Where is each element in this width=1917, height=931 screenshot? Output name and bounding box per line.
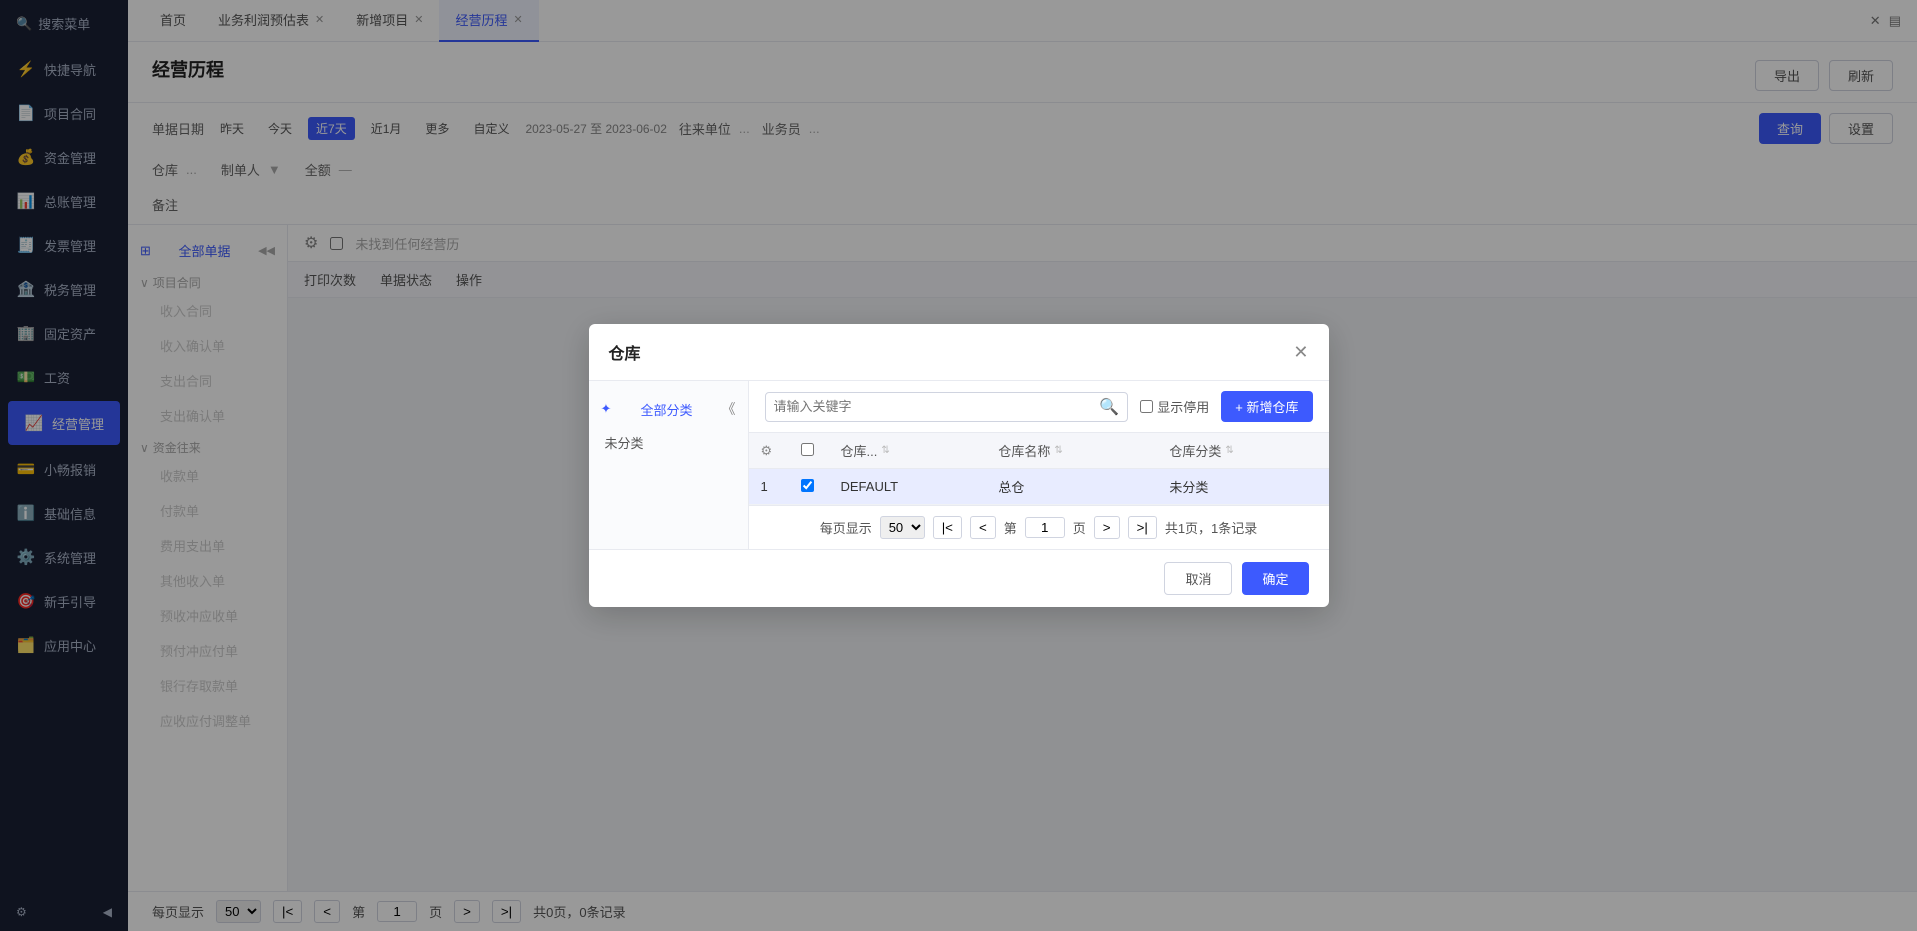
row-category: 未分类 [1157, 469, 1328, 505]
table-row[interactable]: 1 DEFAULT 总仓 未分类 [749, 469, 1329, 505]
modal-body: ✦ 全部分类 《 未分类 🔍 显示停用 [589, 381, 1329, 549]
modal-page-input[interactable] [1025, 517, 1065, 538]
table-header-row: ⚙ 仓库... ⇅ [749, 433, 1329, 469]
hashtag-icon: ✦ [601, 401, 612, 417]
th-warehouse-category[interactable]: 仓库分类 ⇅ [1157, 433, 1328, 469]
modal-footer: 取消 确定 [589, 549, 1329, 607]
modal-overlay: 仓库 ✕ ✦ 全部分类 《 未分类 🔍 [0, 0, 1917, 931]
table-gear-icon[interactable]: ⚙ [761, 443, 773, 458]
modal-last-page-btn[interactable]: >| [1128, 516, 1157, 539]
modal-next-page-btn[interactable]: > [1094, 516, 1120, 539]
modal-left-unclassified[interactable]: 未分类 [589, 425, 748, 460]
row-code: DEFAULT [829, 469, 987, 505]
search-icon: 🔍 [1099, 397, 1119, 417]
modal-search-box[interactable]: 🔍 [765, 392, 1129, 422]
modal-header: 仓库 ✕ [589, 324, 1329, 381]
sort-icon: ⇅ [881, 445, 889, 456]
modal-page-suffix: 页 [1073, 518, 1086, 537]
col-category-label: 仓库分类 [1169, 441, 1221, 460]
sort-icon2: ⇅ [1054, 445, 1062, 456]
show-disabled-label[interactable]: 显示停用 [1140, 397, 1209, 416]
select-all-modal-checkbox[interactable] [801, 443, 814, 456]
modal-search-input[interactable] [774, 399, 1094, 414]
show-disabled-text: 显示停用 [1157, 397, 1209, 416]
th-warehouse-name[interactable]: 仓库名称 ⇅ [986, 433, 1157, 469]
sort-icon3: ⇅ [1225, 445, 1233, 456]
th-warehouse-code[interactable]: 仓库... ⇅ [829, 433, 987, 469]
all-category-label[interactable]: 全部分类 [640, 400, 692, 419]
modal-close-icon[interactable]: ✕ [1293, 342, 1308, 363]
modal-per-page-label: 每页显示 [820, 518, 872, 537]
cancel-button[interactable]: 取消 [1164, 562, 1232, 595]
show-disabled-checkbox[interactable] [1140, 400, 1153, 413]
modal-page-label: 第 [1004, 518, 1017, 537]
row-name: 总仓 [986, 469, 1157, 505]
modal-left-panel: ✦ 全部分类 《 未分类 [589, 381, 749, 549]
warehouse-modal: 仓库 ✕ ✦ 全部分类 《 未分类 🔍 [589, 324, 1329, 607]
row-checkbox-cell[interactable] [789, 469, 829, 505]
modal-table: ⚙ 仓库... ⇅ [749, 433, 1329, 505]
col-code-label: 仓库... [841, 441, 878, 460]
modal-prev-page-btn[interactable]: < [970, 516, 996, 539]
th-settings: ⚙ [749, 433, 789, 469]
add-warehouse-button[interactable]: + 新增仓库 [1221, 391, 1312, 422]
modal-pagination: 每页显示 50 |< < 第 页 > >| 共1页，1条记录 [749, 505, 1329, 549]
modal-toolbar: 🔍 显示停用 + 新增仓库 [749, 381, 1329, 433]
modal-left-header: ✦ 全部分类 《 [589, 393, 748, 425]
modal-total-label: 共1页，1条记录 [1165, 518, 1257, 537]
modal-per-page-select[interactable]: 50 [880, 516, 925, 539]
col-name-label: 仓库名称 [998, 441, 1050, 460]
modal-first-page-btn[interactable]: |< [933, 516, 962, 539]
modal-right-panel: 🔍 显示停用 + 新增仓库 ⚙ [749, 381, 1329, 549]
confirm-button[interactable]: 确定 [1242, 562, 1308, 595]
left-panel-collapse-icon[interactable]: 《 [721, 399, 735, 419]
row-checkbox[interactable] [801, 479, 814, 492]
th-checkbox [789, 433, 829, 469]
row-id: 1 [749, 469, 789, 505]
modal-title: 仓库 [609, 340, 641, 364]
